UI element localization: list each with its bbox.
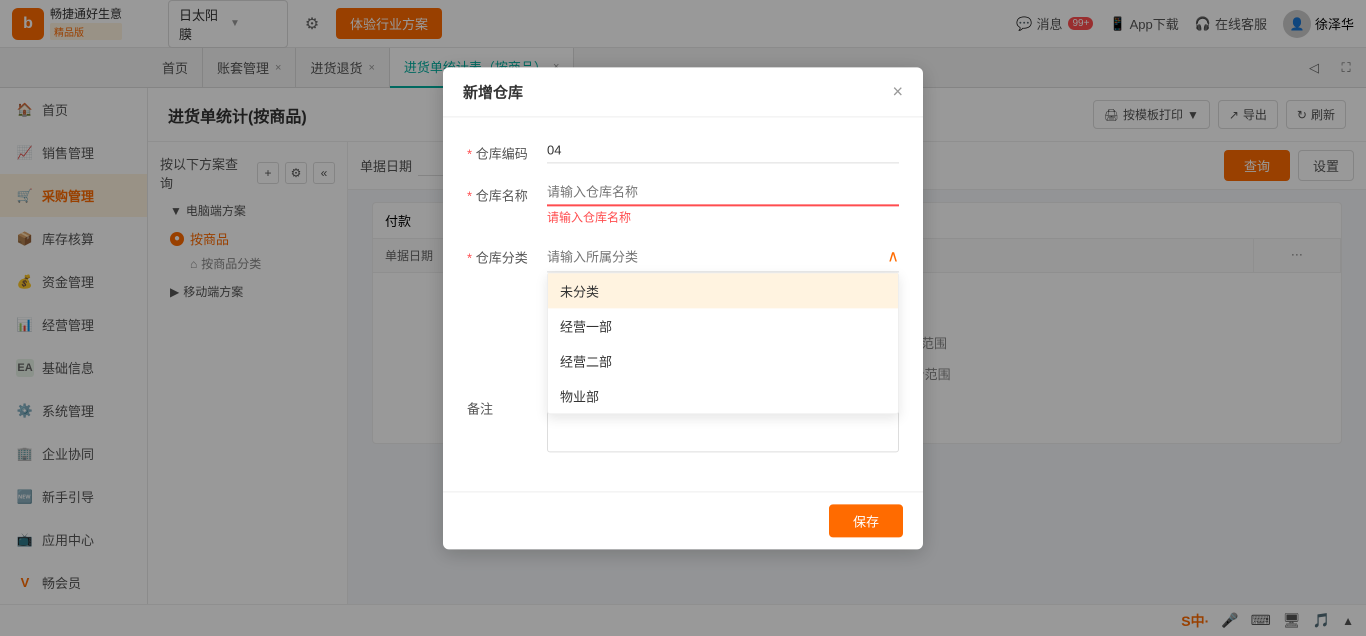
- required-star-2: *: [467, 188, 472, 203]
- classify-input[interactable]: [547, 249, 887, 264]
- name-label-text: 仓库名称: [476, 188, 528, 203]
- name-label: * 仓库名称: [467, 179, 547, 204]
- option-dept1-label: 经营一部: [560, 319, 612, 334]
- option-property-label: 物业部: [560, 389, 599, 404]
- code-input[interactable]: [547, 137, 899, 163]
- modal-footer: 保存: [443, 491, 923, 549]
- name-control: 请输入仓库名称: [547, 179, 899, 225]
- classify-option-dept1[interactable]: 经营一部: [548, 308, 898, 343]
- modal-header: 新增仓库 ×: [443, 67, 923, 117]
- code-label-text: 仓库编码: [476, 146, 528, 161]
- classify-label: * 仓库分类: [467, 241, 547, 266]
- name-input[interactable]: [547, 179, 899, 206]
- required-star-3: *: [467, 250, 472, 265]
- modal-close-icon[interactable]: ×: [892, 81, 903, 102]
- classify-option-dept2[interactable]: 经营二部: [548, 343, 898, 378]
- option-dept2-label: 经营二部: [560, 354, 612, 369]
- classify-input-row: ∧: [547, 241, 899, 272]
- modal-body: * 仓库编码 * 仓库名称 请输入仓库名称 * 仓库分类: [443, 117, 923, 491]
- name-error-msg: 请输入仓库名称: [547, 208, 899, 225]
- classify-label-text: 仓库分类: [476, 250, 528, 265]
- required-star: *: [467, 146, 472, 161]
- form-row-name: * 仓库名称 请输入仓库名称: [467, 179, 899, 225]
- classify-control: ∧ 未分类 经营一部 经营二部 物业部: [547, 241, 899, 272]
- notes-label: 备注: [467, 392, 547, 417]
- form-row-code: * 仓库编码: [467, 137, 899, 163]
- option-uncategorized-label: 未分类: [560, 284, 599, 299]
- classify-option-uncategorized[interactable]: 未分类: [548, 273, 898, 308]
- modal-title: 新增仓库: [463, 81, 523, 102]
- classify-option-property[interactable]: 物业部: [548, 378, 898, 413]
- save-button[interactable]: 保存: [829, 504, 903, 537]
- form-row-classify: * 仓库分类 ∧ 未分类 经营一部 经营二部: [467, 241, 899, 272]
- classify-arrow-icon[interactable]: ∧: [887, 246, 899, 266]
- code-control: [547, 137, 899, 163]
- new-warehouse-modal: 新增仓库 × * 仓库编码 * 仓库名称 请输入仓库名称: [443, 67, 923, 549]
- classify-dropdown: 未分类 经营一部 经营二部 物业部: [547, 272, 899, 414]
- code-label: * 仓库编码: [467, 137, 547, 162]
- notes-label-text: 备注: [467, 401, 493, 416]
